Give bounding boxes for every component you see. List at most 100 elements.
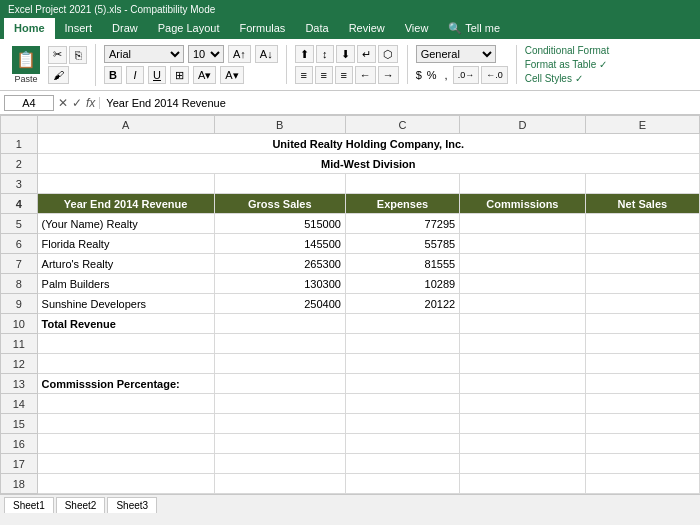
cancel-formula-icon[interactable]: ✕ <box>58 96 68 110</box>
cell-b15[interactable] <box>214 414 345 434</box>
cell-a13[interactable]: Commisssion Percentage: <box>37 374 214 394</box>
cell-c5[interactable]: 77295 <box>345 214 459 234</box>
align-left-button[interactable]: ≡ <box>295 66 313 84</box>
cell-b9[interactable]: 250400 <box>214 294 345 314</box>
cell-c9[interactable]: 20122 <box>345 294 459 314</box>
percent-btn[interactable]: % <box>424 69 440 81</box>
cell-d10[interactable] <box>460 314 586 334</box>
cell-a6[interactable]: Florida Realty <box>37 234 214 254</box>
cell-e17[interactable] <box>585 454 699 474</box>
tab-insert[interactable]: Insert <box>55 18 103 39</box>
cell-e9[interactable] <box>585 294 699 314</box>
borders-button[interactable]: ⊞ <box>170 66 189 84</box>
merge-cells-button[interactable]: ⬡ <box>378 45 398 63</box>
cell-b14[interactable] <box>214 394 345 414</box>
cell-d9[interactable] <box>460 294 586 314</box>
confirm-formula-icon[interactable]: ✓ <box>72 96 82 110</box>
cell-c15[interactable] <box>345 414 459 434</box>
cell-e8[interactable] <box>585 274 699 294</box>
col-header-a[interactable]: A <box>37 116 214 134</box>
decrease-decimal-button[interactable]: ←.0 <box>481 66 508 84</box>
cell-c10[interactable] <box>345 314 459 334</box>
sheet-tab-3[interactable]: Sheet3 <box>107 497 157 513</box>
font-name-select[interactable]: Arial <box>104 45 184 63</box>
cell-d6[interactable] <box>460 234 586 254</box>
tab-draw[interactable]: Draw <box>102 18 148 39</box>
tab-review[interactable]: Review <box>339 18 395 39</box>
conditional-format-button[interactable]: Conditional Format <box>525 45 609 56</box>
cell-a16[interactable] <box>37 434 214 454</box>
cell-d18[interactable] <box>460 474 586 494</box>
cell-d11[interactable] <box>460 334 586 354</box>
cell-reference-input[interactable] <box>4 95 54 111</box>
cell-a7[interactable]: Arturo's Realty <box>37 254 214 274</box>
cell-a3[interactable] <box>37 174 214 194</box>
comma-btn[interactable]: , <box>442 69 451 81</box>
cell-e7[interactable] <box>585 254 699 274</box>
increase-decimal-button[interactable]: .0→ <box>453 66 480 84</box>
cell-e18[interactable] <box>585 474 699 494</box>
cell-d12[interactable] <box>460 354 586 374</box>
tab-data[interactable]: Data <box>295 18 338 39</box>
format-painter-button[interactable]: 🖌 <box>48 66 69 84</box>
col-header-e[interactable]: E <box>585 116 699 134</box>
tab-page-layout[interactable]: Page Layout <box>148 18 230 39</box>
cell-e10[interactable] <box>585 314 699 334</box>
cell-d3[interactable] <box>460 174 586 194</box>
cell-a17[interactable] <box>37 454 214 474</box>
cell-styles-button[interactable]: Cell Styles ✓ <box>525 73 609 84</box>
cell-b3[interactable] <box>214 174 345 194</box>
col-header-b[interactable]: B <box>214 116 345 134</box>
cell-e12[interactable] <box>585 354 699 374</box>
cell-a14[interactable] <box>37 394 214 414</box>
cell-d16[interactable] <box>460 434 586 454</box>
sheet-tab-1[interactable]: Sheet1 <box>4 497 54 513</box>
insert-function-icon[interactable]: fx <box>86 96 95 110</box>
italic-button[interactable]: I <box>126 66 144 84</box>
cell-d13[interactable] <box>460 374 586 394</box>
cell-a15[interactable] <box>37 414 214 434</box>
cell-d15[interactable] <box>460 414 586 434</box>
cell-e4[interactable]: Net Sales <box>585 194 699 214</box>
tab-formulas[interactable]: Formulas <box>230 18 296 39</box>
cell-e11[interactable] <box>585 334 699 354</box>
cell-a12[interactable] <box>37 354 214 374</box>
col-header-d[interactable]: D <box>460 116 586 134</box>
tab-tell-me[interactable]: 🔍 Tell me <box>438 18 510 39</box>
cell-b7[interactable]: 265300 <box>214 254 345 274</box>
cell-d5[interactable] <box>460 214 586 234</box>
cell-c12[interactable] <box>345 354 459 374</box>
cell-d17[interactable] <box>460 454 586 474</box>
cell-b6[interactable]: 145500 <box>214 234 345 254</box>
title-cell[interactable]: United Realty Holding Company, Inc. <box>37 134 699 154</box>
wrap-text-button[interactable]: ↵ <box>357 45 376 63</box>
cell-b8[interactable]: 130300 <box>214 274 345 294</box>
cell-d7[interactable] <box>460 254 586 274</box>
cell-a8[interactable]: Palm Builders <box>37 274 214 294</box>
cell-a10[interactable]: Total Revenue <box>37 314 214 334</box>
cell-a11[interactable] <box>37 334 214 354</box>
cell-e16[interactable] <box>585 434 699 454</box>
sheet-tab-2[interactable]: Sheet2 <box>56 497 106 513</box>
cut-button[interactable]: ✂ <box>48 46 67 64</box>
cell-b11[interactable] <box>214 334 345 354</box>
cell-b10[interactable] <box>214 314 345 334</box>
cell-d8[interactable] <box>460 274 586 294</box>
cell-e13[interactable] <box>585 374 699 394</box>
cell-c16[interactable] <box>345 434 459 454</box>
cell-a5[interactable]: (Your Name) Realty <box>37 214 214 234</box>
cell-c14[interactable] <box>345 394 459 414</box>
col-header-c[interactable]: C <box>345 116 459 134</box>
tab-view[interactable]: View <box>395 18 439 39</box>
cell-b16[interactable] <box>214 434 345 454</box>
cell-e15[interactable] <box>585 414 699 434</box>
cell-e5[interactable] <box>585 214 699 234</box>
font-size-select[interactable]: 10 <box>188 45 224 63</box>
cell-b13[interactable] <box>214 374 345 394</box>
cell-c17[interactable] <box>345 454 459 474</box>
cell-c3[interactable] <box>345 174 459 194</box>
font-color-button[interactable]: A▾ <box>220 66 243 84</box>
cell-e3[interactable] <box>585 174 699 194</box>
cell-c7[interactable]: 81555 <box>345 254 459 274</box>
cell-c4[interactable]: Expenses <box>345 194 459 214</box>
